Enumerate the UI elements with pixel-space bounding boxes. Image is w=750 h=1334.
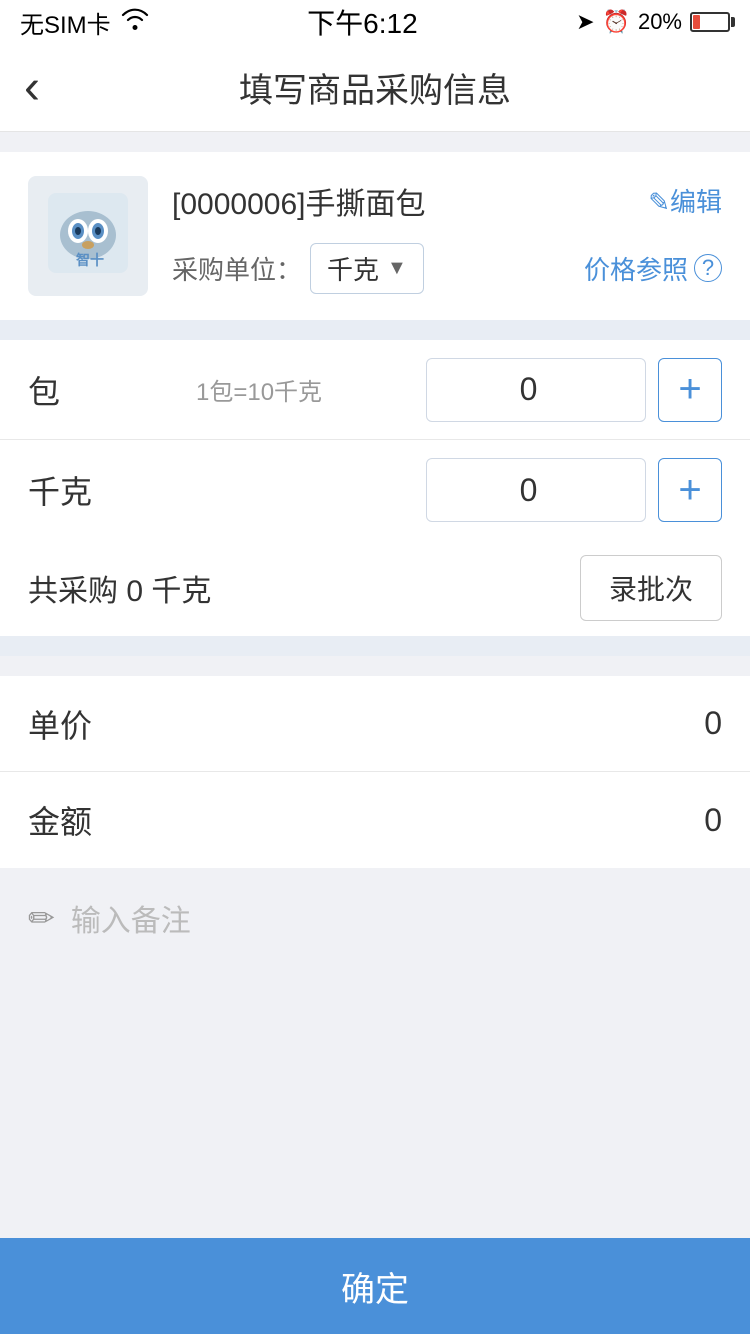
bag-plus-button[interactable]: + bbox=[658, 358, 722, 422]
amount-value: 0 bbox=[704, 802, 722, 839]
unit-price-label: 单价 bbox=[28, 701, 92, 747]
status-right: ➤ ⏰ 20% bbox=[576, 9, 730, 35]
amount-label: 金额 bbox=[28, 797, 92, 843]
back-button[interactable]: ‹ bbox=[24, 60, 40, 115]
unit-label: 采购单位： bbox=[172, 250, 302, 287]
nav-bar: ‹ 填写商品采购信息 bbox=[0, 44, 750, 132]
kg-quantity-input[interactable] bbox=[426, 458, 646, 522]
alarm-icon: ⏰ bbox=[603, 9, 630, 35]
status-time: 下午6:12 bbox=[307, 2, 418, 42]
product-thumbnail: 智十 bbox=[28, 176, 148, 296]
section-divider-2 bbox=[0, 636, 750, 656]
price-ref-label: 价格参照 bbox=[584, 250, 688, 287]
product-name: [0000006]手撕面包 bbox=[172, 179, 425, 223]
product-name-row: [0000006]手撕面包 ✎编辑 bbox=[172, 179, 722, 223]
status-bar: 无SIM卡 下午6:12 ➤ ⏰ 20% bbox=[0, 0, 750, 44]
carrier-label: 无SIM卡 bbox=[20, 5, 111, 40]
product-card: 智十 [0000006]手撕面包 ✎编辑 采购单位： 千克 ▼ 价格参照 ? bbox=[0, 152, 750, 320]
bag-quantity-input[interactable] bbox=[426, 358, 646, 422]
edit-button[interactable]: ✎编辑 bbox=[648, 182, 722, 219]
kg-input-wrap: + bbox=[188, 458, 722, 522]
confirm-label: 确定 bbox=[341, 1262, 409, 1311]
remark-placeholder: 输入备注 bbox=[71, 896, 191, 940]
page-title: 填写商品采购信息 bbox=[239, 63, 511, 112]
kg-plus-button[interactable]: + bbox=[658, 458, 722, 522]
section-divider-1 bbox=[0, 320, 750, 340]
price-ref-help-icon: ? bbox=[694, 254, 722, 282]
kg-label: 千克 bbox=[28, 467, 188, 513]
input-section: 包 1包=10千克 + 千克 + bbox=[0, 340, 750, 540]
battery-icon bbox=[690, 12, 730, 32]
price-section: 单价 0 金额 0 bbox=[0, 676, 750, 868]
price-ref-button[interactable]: 价格参照 ? bbox=[584, 250, 722, 287]
battery-percent: 20% bbox=[638, 9, 682, 35]
product-logo: 智十 bbox=[48, 193, 128, 279]
location-icon: ➤ bbox=[576, 9, 594, 35]
wifi-icon bbox=[121, 8, 149, 37]
summary-row: 共采购 0 千克 录批次 bbox=[0, 540, 750, 636]
unit-price-row: 单价 0 bbox=[0, 676, 750, 772]
product-title: 手撕面包 bbox=[305, 188, 425, 221]
remark-section[interactable]: ✏ 输入备注 bbox=[0, 868, 750, 968]
unit-dropdown[interactable]: 千克 ▼ bbox=[310, 243, 424, 294]
product-id: [0000006] bbox=[172, 188, 305, 221]
bag-label: 包 bbox=[28, 367, 188, 413]
unit-price-value: 0 bbox=[704, 705, 722, 742]
amount-row: 金额 0 bbox=[0, 772, 750, 868]
svg-text:智十: 智十 bbox=[75, 252, 104, 268]
kg-input-row: 千克 + bbox=[0, 440, 750, 540]
unit-row: 采购单位： 千克 ▼ 价格参照 ? bbox=[172, 243, 722, 294]
summary-text: 共采购 0 千克 bbox=[28, 566, 211, 610]
unit-value: 千克 bbox=[327, 250, 379, 287]
bag-sublabel: 1包=10千克 bbox=[196, 372, 322, 407]
status-left: 无SIM卡 bbox=[20, 5, 149, 40]
product-info: [0000006]手撕面包 ✎编辑 采购单位： 千克 ▼ 价格参照 ? bbox=[148, 179, 722, 294]
bag-input-wrap: + bbox=[322, 358, 722, 422]
confirm-button[interactable]: 确定 bbox=[0, 1238, 750, 1334]
bag-input-row: 包 1包=10千克 + bbox=[0, 340, 750, 440]
pencil-icon: ✏ bbox=[28, 899, 55, 937]
record-batch-button[interactable]: 录批次 bbox=[580, 555, 722, 621]
dropdown-arrow-icon: ▼ bbox=[387, 257, 407, 280]
